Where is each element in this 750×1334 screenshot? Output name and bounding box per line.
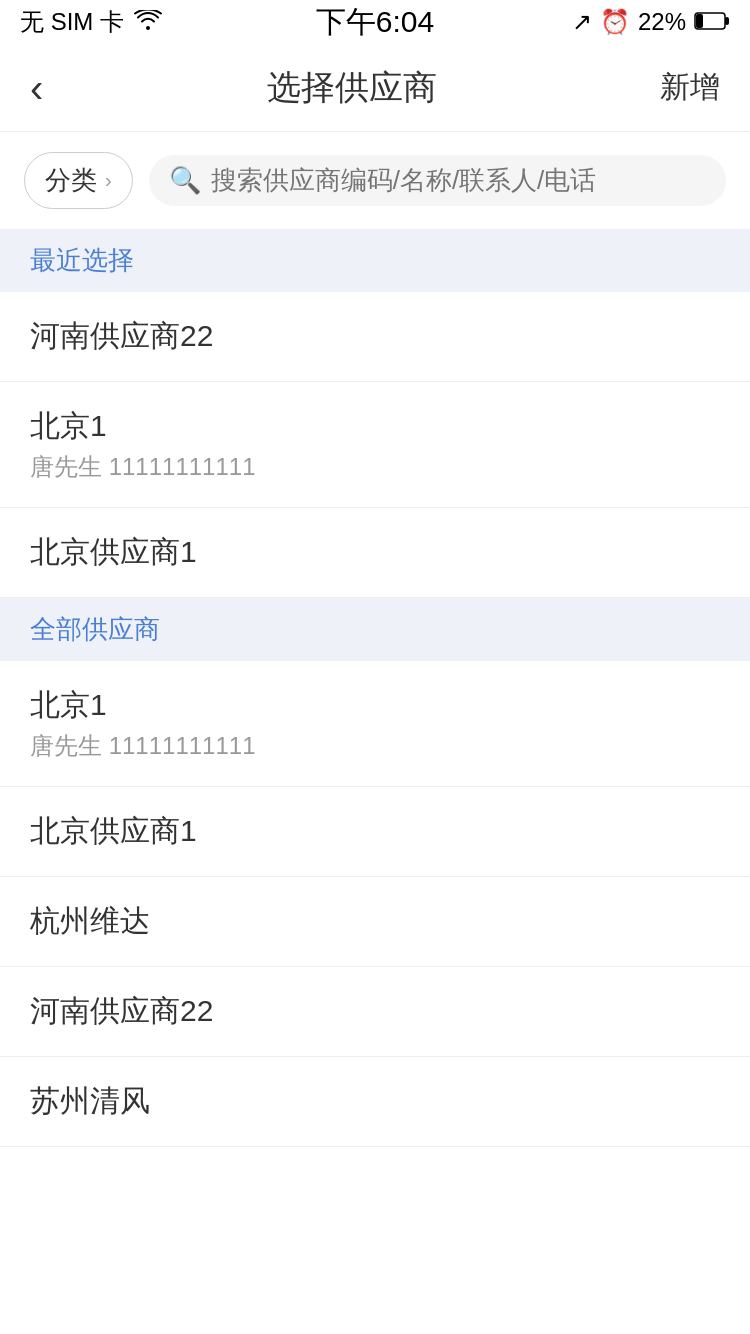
item-sub: 唐先生 11111111111 — [30, 730, 720, 762]
item-name: 杭州维达 — [30, 901, 720, 942]
no-sim-label: 无 SIM 卡 — [20, 6, 124, 38]
recent-list-item[interactable]: 北京1 唐先生 11111111111 — [0, 382, 750, 508]
filter-bar: 分类 › 🔍 — [0, 132, 750, 229]
item-name: 北京1 — [30, 406, 720, 447]
all-list-item[interactable]: 苏州清风 — [0, 1057, 750, 1147]
page-title: 选择供应商 — [267, 65, 437, 111]
status-bar: 无 SIM 卡 下午6:04 ↗ ⏰ 22% — [0, 0, 750, 44]
item-sub: 唐先生 11111111111 — [30, 451, 720, 483]
alarm-icon: ⏰ — [600, 8, 630, 36]
svg-rect-1 — [725, 17, 729, 25]
item-name: 河南供应商22 — [30, 991, 720, 1032]
all-label: 全部供应商 — [30, 614, 160, 644]
item-name: 北京供应商1 — [30, 811, 720, 852]
back-button[interactable]: ‹ — [30, 68, 43, 108]
category-label: 分类 — [45, 163, 97, 198]
chevron-right-icon: › — [105, 169, 112, 192]
wifi-icon — [134, 8, 162, 36]
location-icon: ↗ — [572, 8, 592, 36]
recent-label: 最近选择 — [30, 245, 134, 275]
nav-bar: ‹ 选择供应商 新增 — [0, 44, 750, 132]
search-input[interactable] — [211, 165, 706, 196]
item-name: 河南供应商22 — [30, 316, 720, 357]
all-list-item[interactable]: 北京供应商1 — [0, 787, 750, 877]
status-left: 无 SIM 卡 — [20, 6, 162, 38]
recent-section-header: 最近选择 — [0, 229, 750, 292]
add-button[interactable]: 新增 — [660, 67, 720, 108]
all-section-header: 全部供应商 — [0, 598, 750, 661]
all-list-item[interactable]: 北京1 唐先生 11111111111 — [0, 661, 750, 787]
svg-rect-2 — [696, 14, 703, 28]
recent-list: 河南供应商22 北京1 唐先生 11111111111 北京供应商1 — [0, 292, 750, 598]
search-box: 🔍 — [149, 155, 726, 206]
item-name: 北京1 — [30, 685, 720, 726]
search-icon: 🔍 — [169, 165, 201, 196]
all-list-item[interactable]: 河南供应商22 — [0, 967, 750, 1057]
battery-icon — [694, 8, 730, 36]
category-button[interactable]: 分类 › — [24, 152, 133, 209]
battery-label: 22% — [638, 8, 686, 36]
recent-list-item[interactable]: 北京供应商1 — [0, 508, 750, 598]
status-time: 下午6:04 — [316, 2, 434, 43]
all-list-item[interactable]: 杭州维达 — [0, 877, 750, 967]
item-name: 苏州清风 — [30, 1081, 720, 1122]
recent-list-item[interactable]: 河南供应商22 — [0, 292, 750, 382]
item-name: 北京供应商1 — [30, 532, 720, 573]
status-right: ↗ ⏰ 22% — [572, 8, 730, 36]
all-list: 北京1 唐先生 11111111111 北京供应商1 杭州维达 河南供应商22 … — [0, 661, 750, 1147]
